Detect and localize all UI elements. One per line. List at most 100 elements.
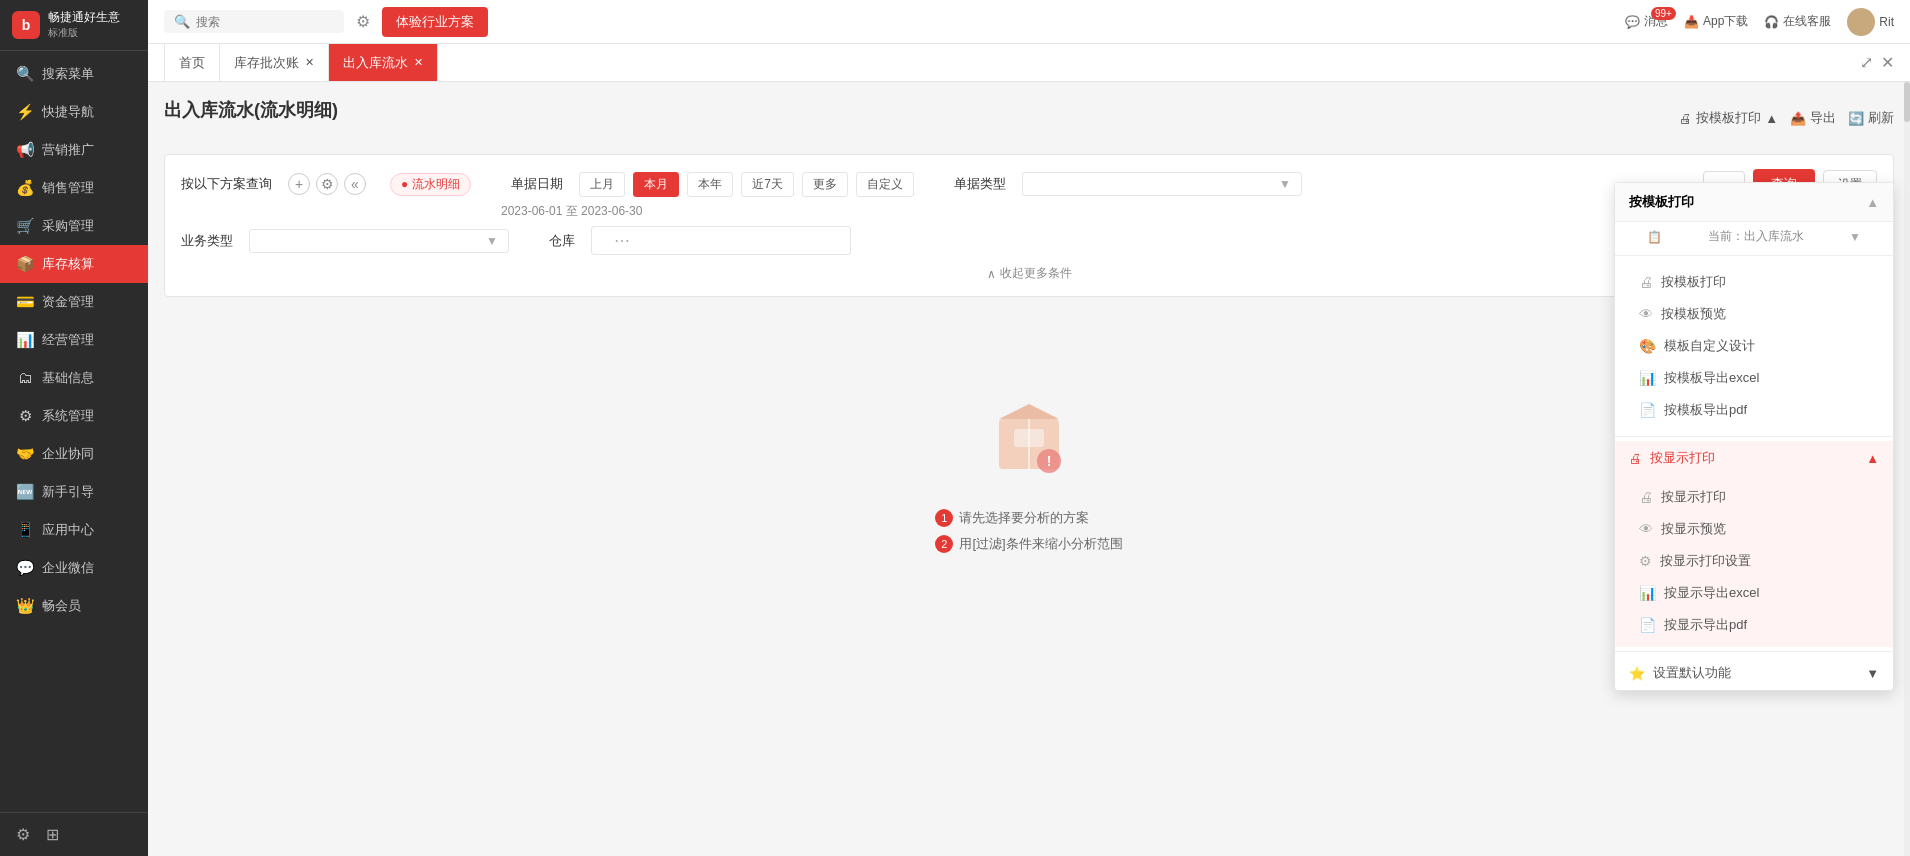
export-button[interactable]: 📤 导出 [1790, 109, 1836, 127]
message-action[interactable]: 💬 消息 99+ [1625, 13, 1668, 30]
print-icon: 🖨 [1639, 274, 1653, 290]
scrollbar-thumb[interactable] [1904, 82, 1910, 122]
filter-settings-button[interactable]: ⚙ [316, 173, 338, 195]
tab-home[interactable]: 首页 [164, 44, 220, 81]
collapse-label: 收起更多条件 [1000, 265, 1072, 282]
template-preview-item[interactable]: 👁 按模板预览 [1615, 298, 1893, 330]
chevron-up-icon-2: ∧ [987, 267, 996, 281]
industry-solution-button[interactable]: 体验行业方案 [382, 7, 488, 37]
card-icon: 💳 [16, 293, 34, 311]
date-btn-more[interactable]: 更多 [802, 172, 848, 197]
app-name: 畅捷通好生意 [48, 10, 120, 26]
dropdown-header: 按模板打印 ▲ [1615, 183, 1893, 222]
display-print-icon-2: 🖨 [1639, 489, 1653, 505]
business-type-select[interactable]: ▼ [249, 229, 509, 253]
display-section-arrow: ▲ [1866, 451, 1879, 466]
sidebar-item-search[interactable]: 🔍 搜索菜单 [0, 55, 148, 93]
scrollbar-track[interactable] [1904, 82, 1910, 856]
warehouse-select[interactable]: ⋯ [591, 226, 851, 255]
topbar-gear-icon[interactable]: ⚙ [356, 12, 370, 31]
tab-batch-account-close[interactable]: ✕ [305, 56, 314, 69]
display-print-item[interactable]: 🖨 按显示打印 [1615, 481, 1893, 513]
filter-tag[interactable]: ● 流水明细 [390, 173, 471, 196]
date-btn-this-year[interactable]: 本年 [687, 172, 733, 197]
tab-close-all-button[interactable]: ✕ [1881, 53, 1894, 72]
gear-icon: ⚙ [16, 407, 34, 425]
sidebar-item-guide[interactable]: 🆕 新手引导 [0, 473, 148, 511]
online-service-action[interactable]: 🎧 在线客服 [1764, 13, 1831, 30]
template-custom-item[interactable]: 🎨 模板自定义设计 [1615, 330, 1893, 362]
template-export-pdf-item[interactable]: 📄 按模板导出pdf [1615, 394, 1893, 426]
refresh-button[interactable]: 🔄 刷新 [1848, 109, 1894, 127]
sidebar-item-inventory[interactable]: 📦 库存核算 [0, 245, 148, 283]
sidebar-item-enterprise[interactable]: 🤝 企业协同 [0, 435, 148, 473]
date-filter: 上月 本月 本年 近7天 更多 自定义 [579, 172, 914, 197]
print-template-button[interactable]: 🖨 按模板打印 ▲ [1679, 109, 1778, 127]
display-export-excel-label: 按显示导出excel [1664, 584, 1759, 602]
display-print-section-title[interactable]: 🖨 按显示打印 ▲ [1615, 441, 1893, 475]
filter-label: 按以下方案查询 [181, 175, 272, 193]
display-print-settings-item[interactable]: ⚙ 按显示打印设置 [1615, 545, 1893, 577]
sidebar-item-member[interactable]: 👑 畅会员 [0, 587, 148, 625]
display-export-pdf-item[interactable]: 📄 按显示导出pdf [1615, 609, 1893, 641]
sidebar-item-wechat[interactable]: 💬 企业微信 [0, 549, 148, 587]
sidebar-item-basics[interactable]: 🗂 基础信息 [0, 359, 148, 397]
search-box[interactable]: 🔍 [164, 10, 344, 33]
app-download-action[interactable]: 📥 App下载 [1684, 13, 1748, 30]
sidebar-item-quick-nav[interactable]: ⚡ 快捷导航 [0, 93, 148, 131]
sidebar-item-purchase[interactable]: 🛒 采购管理 [0, 207, 148, 245]
warehouse-label: 仓库 [549, 232, 575, 250]
warehouse-more-button[interactable]: ⋯ [610, 231, 634, 250]
dropdown-title: 按模板打印 [1629, 193, 1694, 211]
tab-batch-account[interactable]: 库存批次账 ✕ [220, 44, 329, 81]
empty-tip-1: 1 请先选择要分析的方案 [935, 509, 1122, 527]
empty-illustration: ! [979, 389, 1079, 489]
display-export-excel-item[interactable]: 📊 按显示导出excel [1615, 577, 1893, 609]
page-header-actions: 🖨 按模板打印 ▲ 📤 导出 🔄 刷新 [1679, 109, 1894, 127]
collapse-more-button[interactable]: ∧ 收起更多条件 [987, 265, 1072, 282]
sidebar-item-label: 库存核算 [42, 255, 94, 273]
date-btn-last-month[interactable]: 上月 [579, 172, 625, 197]
bill-type-select[interactable]: ▼ [1022, 172, 1302, 196]
template-export-excel-label: 按模板导出excel [1664, 369, 1759, 387]
sidebar-item-finance[interactable]: 💳 资金管理 [0, 283, 148, 321]
template-export-excel-item[interactable]: 📊 按模板导出excel [1615, 362, 1893, 394]
chevron-up-icon-3[interactable]: ▲ [1866, 195, 1879, 210]
sidebar-item-sales[interactable]: 💰 销售管理 [0, 169, 148, 207]
set-default-section[interactable]: ⭐ 设置默认功能 ▼ [1615, 656, 1893, 690]
current-template-item[interactable]: 📋 当前：出入库流水 ▼ [1615, 222, 1893, 251]
filter-add-button[interactable]: + [288, 173, 310, 195]
sidebar-item-app-center[interactable]: 📱 应用中心 [0, 511, 148, 549]
display-print-section: 🖨 按显示打印 👁 按显示预览 ⚙ 按显示打印设置 📊 按显示导出excel 📄 [1615, 475, 1893, 647]
display-preview-item[interactable]: 👁 按显示预览 [1615, 513, 1893, 545]
sidebar-item-operations[interactable]: 📊 经营管理 [0, 321, 148, 359]
search-input[interactable] [196, 15, 316, 29]
online-service-label: 在线客服 [1783, 13, 1831, 30]
template-print-item[interactable]: 🖨 按模板打印 [1615, 266, 1893, 298]
template-preview-label: 按模板预览 [1661, 305, 1726, 323]
tip-number-1: 1 [935, 509, 953, 527]
message-icon: 💬 [1625, 15, 1640, 29]
date-btn-this-month[interactable]: 本月 [633, 172, 679, 197]
tab-inout-flow-close[interactable]: ✕ [414, 56, 423, 69]
sidebar-item-system[interactable]: ⚙ 系统管理 [0, 397, 148, 435]
collapse-footer-icon[interactable]: ⊞ [46, 825, 59, 844]
date-btn-7days[interactable]: 近7天 [741, 172, 794, 197]
sidebar-item-marketing[interactable]: 📢 营销推广 [0, 131, 148, 169]
cart-icon: 🛒 [16, 217, 34, 235]
user-profile[interactable]: Rit [1847, 8, 1894, 36]
date-btn-custom[interactable]: 自定义 [856, 172, 914, 197]
preview-icon: 👁 [1639, 306, 1653, 322]
display-print-settings-label: 按显示打印设置 [1660, 552, 1751, 570]
tab-expand-button[interactable]: ⤢ [1860, 53, 1873, 72]
settings-footer-icon[interactable]: ⚙ [16, 825, 30, 844]
sidebar-item-label: 搜索菜单 [42, 65, 94, 83]
tab-inout-flow[interactable]: 出入库流水 ✕ [329, 44, 438, 81]
page-content: 出入库流水(流水明细) 🖨 按模板打印 ▲ 📤 导出 🔄 刷新 [148, 82, 1910, 856]
set-default-arrow: ▼ [1866, 666, 1879, 681]
main-area: 🔍 ⚙ 体验行业方案 💬 消息 99+ 📥 App下载 🎧 在线客服 Rit [148, 0, 1910, 856]
dropdown-header-actions: ▲ [1866, 195, 1879, 210]
app-version: 标准版 [48, 26, 120, 40]
sidebar-item-label: 营销推广 [42, 141, 94, 159]
filter-collapse-button[interactable]: « [344, 173, 366, 195]
